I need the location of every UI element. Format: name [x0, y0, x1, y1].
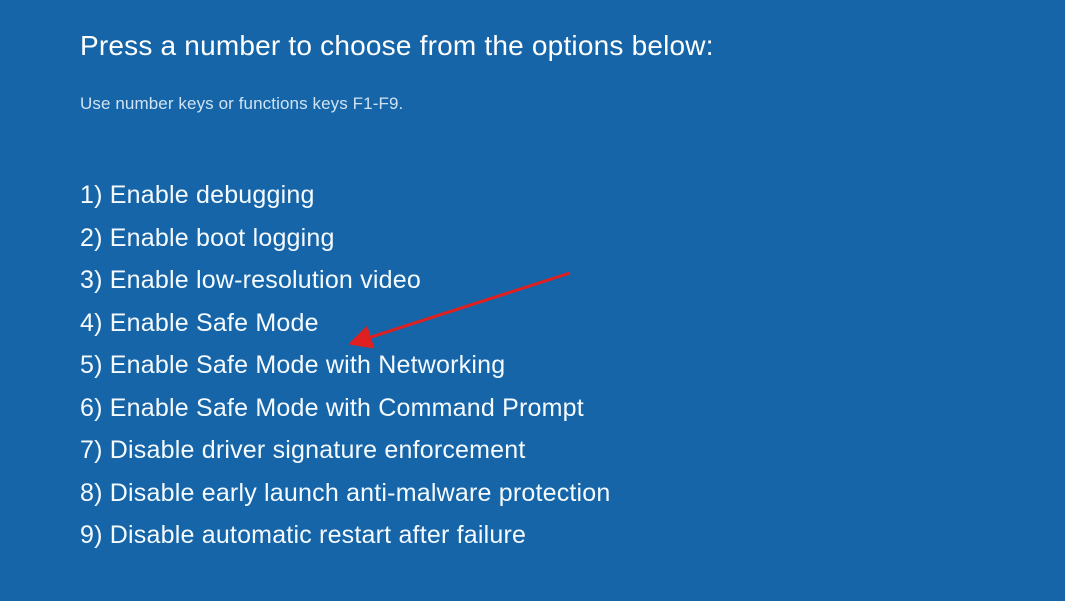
option-9-disable-automatic-restart[interactable]: 9) Disable automatic restart after failu…	[80, 514, 985, 557]
page-subheading: Use number keys or functions keys F1-F9.	[80, 94, 985, 114]
option-7-disable-driver-signature-enforcement[interactable]: 7) Disable driver signature enforcement	[80, 429, 985, 472]
option-label: Enable low-resolution video	[110, 266, 421, 294]
option-label: Disable automatic restart after failure	[110, 521, 526, 549]
option-number: 7)	[80, 436, 103, 464]
option-number: 5)	[80, 351, 103, 379]
option-number: 3)	[80, 266, 103, 294]
option-number: 4)	[80, 309, 103, 337]
option-number: 9)	[80, 521, 103, 549]
option-1-enable-debugging[interactable]: 1) Enable debugging	[80, 174, 985, 217]
option-label: Disable early launch anti-malware protec…	[110, 479, 611, 507]
option-number: 2)	[80, 224, 103, 252]
option-label: Disable driver signature enforcement	[110, 436, 526, 464]
option-label: Enable Safe Mode with Command Prompt	[110, 394, 584, 422]
page-heading: Press a number to choose from the option…	[80, 30, 985, 62]
option-label: Enable debugging	[110, 181, 315, 209]
option-number: 6)	[80, 394, 103, 422]
option-label: Enable Safe Mode	[110, 309, 319, 337]
option-number: 8)	[80, 479, 103, 507]
option-label: Enable Safe Mode with Networking	[110, 351, 506, 379]
option-number: 1)	[80, 181, 103, 209]
option-label: Enable boot logging	[110, 224, 335, 252]
option-6-enable-safe-mode-command-prompt[interactable]: 6) Enable Safe Mode with Command Prompt	[80, 387, 985, 430]
option-5-enable-safe-mode-networking[interactable]: 5) Enable Safe Mode with Networking	[80, 344, 985, 387]
option-3-enable-low-resolution-video[interactable]: 3) Enable low-resolution video	[80, 259, 985, 302]
option-4-enable-safe-mode[interactable]: 4) Enable Safe Mode	[80, 302, 985, 345]
startup-options-list: 1) Enable debugging 2) Enable boot loggi…	[80, 174, 985, 557]
option-2-enable-boot-logging[interactable]: 2) Enable boot logging	[80, 217, 985, 260]
option-8-disable-early-launch-anti-malware[interactable]: 8) Disable early launch anti-malware pro…	[80, 472, 985, 515]
